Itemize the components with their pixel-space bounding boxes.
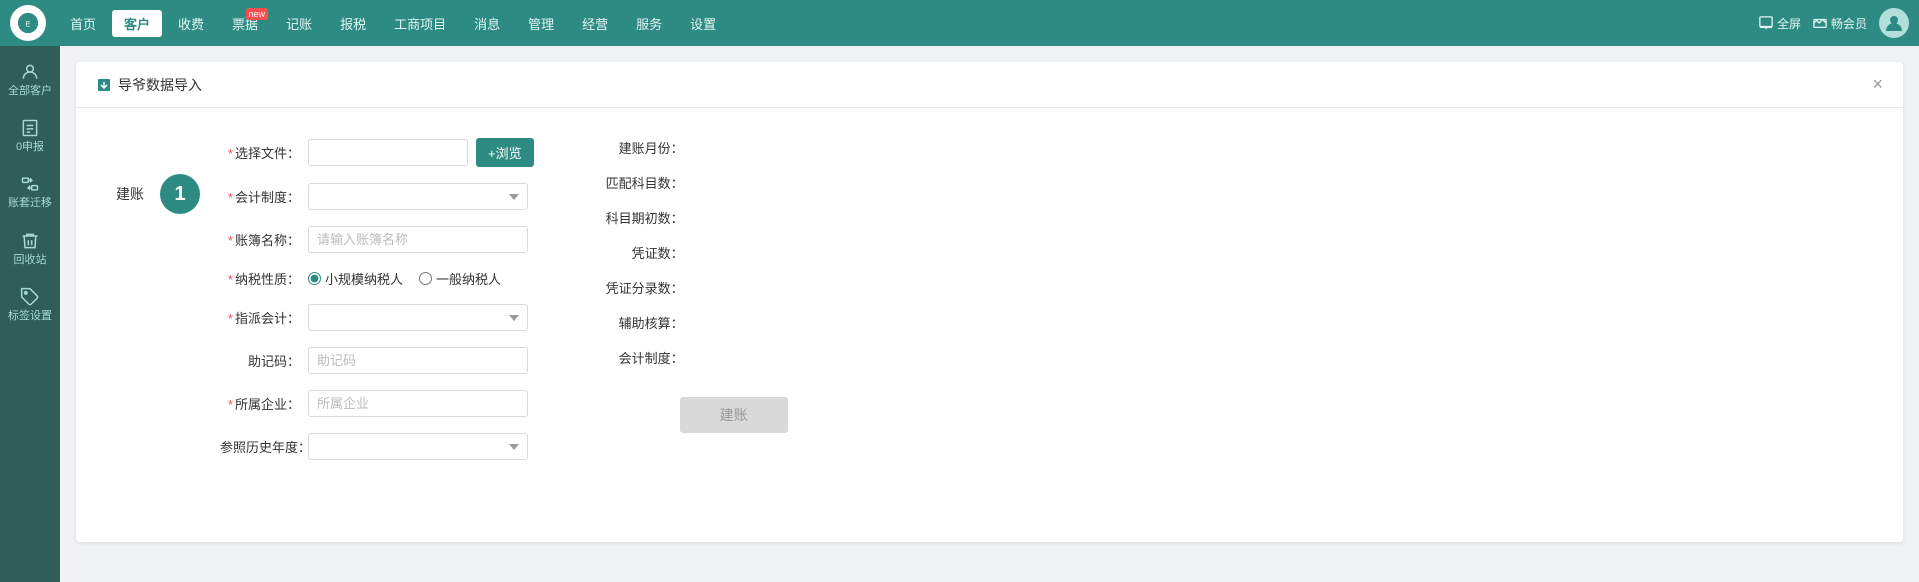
sidebar-item-all-clients[interactable]: 全部客户 xyxy=(2,54,58,106)
nav-item-tax[interactable]: 报税 xyxy=(328,10,378,37)
svg-text:E: E xyxy=(26,19,31,28)
sidebar: 全部客户 0申报 账套迁移 xyxy=(0,46,60,582)
nav-item-settings[interactable]: 设置 xyxy=(678,10,728,37)
main-layout: 全部客户 0申报 账套迁移 xyxy=(0,46,1919,582)
main-content: 导爷数据导入 × 建账 1 *选择文件： xyxy=(60,46,1919,582)
tax-type-label: *纳税性质： xyxy=(220,269,300,288)
step-label: 建账 xyxy=(116,184,144,204)
accounting-system-label: 会计制度： xyxy=(594,348,684,367)
voucher-entry-label: 凭证分录数： xyxy=(594,278,684,297)
assist-code-row: 助记码： xyxy=(220,347,534,374)
fullscreen-button[interactable]: 全屏 xyxy=(1759,15,1801,32)
accountant-select[interactable] xyxy=(308,304,528,331)
accounting-label: *会计制度： xyxy=(220,187,300,206)
nav-item-management[interactable]: 管理 xyxy=(516,10,566,37)
build-btn-wrapper: 建账 xyxy=(594,397,874,433)
panel-close-button[interactable]: × xyxy=(1872,74,1883,95)
new-badge: new xyxy=(246,8,269,21)
voucher-count-row: 凭证数： xyxy=(594,243,874,262)
assist-code-input[interactable] xyxy=(308,347,528,374)
sidebar-item-zero-report[interactable]: 0申报 xyxy=(2,110,58,162)
voucher-entry-row: 凭证分录数： xyxy=(594,278,874,297)
build-button[interactable]: 建账 xyxy=(680,397,788,433)
subject-init-row: 科目期初数： xyxy=(594,208,874,227)
voucher-count-label: 凭证数： xyxy=(594,243,684,262)
form-area: 建账 1 *选择文件： +浏览 xyxy=(76,108,1903,490)
step-badge: 1 xyxy=(160,174,200,214)
nav-item-fees[interactable]: 收费 xyxy=(166,10,216,37)
assist-code-label: 助记码： xyxy=(220,351,300,370)
user-avatar[interactable] xyxy=(1879,8,1909,38)
tax-type-row: *纳税性质： 小规模纳税人 一般纳税人 xyxy=(220,269,534,288)
nav-item-bookkeeping[interactable]: 记账 xyxy=(274,10,324,37)
accounting-row: *会计制度： xyxy=(220,183,534,210)
import-panel: 导爷数据导入 × 建账 1 *选择文件： xyxy=(76,62,1903,542)
build-month-row: 建账月份： xyxy=(594,138,874,157)
sidebar-item-tags[interactable]: 标签设置 xyxy=(2,279,58,331)
sidebar-item-migrate[interactable]: 账套迁移 xyxy=(2,166,58,218)
nav-item-clients[interactable]: 客户 xyxy=(112,10,162,37)
right-form: 建账月份： 匹配科目数： 科目期初数： 凭证数： xyxy=(594,138,874,367)
history-year-row: 参照历史年度： xyxy=(220,433,534,460)
right-form-section: 建账月份： 匹配科目数： 科目期初数： 凭证数： xyxy=(594,138,874,460)
ledger-name-row: *账簿名称： xyxy=(220,226,534,253)
tax-type-radio-group: 小规模纳税人 一般纳税人 xyxy=(308,269,501,288)
nav-item-tickets[interactable]: 票据 new xyxy=(220,10,270,37)
panel-title: 导爷数据导入 xyxy=(96,75,202,95)
company-label: *所属企业： xyxy=(220,394,300,413)
top-navigation: E 首页 客户 收费 票据 new 记账 报税 工商项目 消息 管理 经营 服务… xyxy=(0,0,1919,46)
match-subjects-row: 匹配科目数： xyxy=(594,173,874,192)
accounting-select[interactable] xyxy=(308,183,528,210)
sidebar-item-recycle[interactable]: 回收站 xyxy=(2,223,58,275)
build-month-label: 建账月份： xyxy=(594,138,684,157)
file-label: *选择文件： xyxy=(220,143,300,162)
nav-menu: 首页 客户 收费 票据 new 记账 报税 工商项目 消息 管理 经营 服务 设… xyxy=(58,10,1759,37)
accountant-row: *指派会计： xyxy=(220,304,534,331)
tax-small-radio[interactable]: 小规模纳税人 xyxy=(308,269,403,288)
nav-item-home[interactable]: 首页 xyxy=(58,10,108,37)
tax-general-radio[interactable]: 一般纳税人 xyxy=(419,269,501,288)
history-year-label: 参照历史年度： xyxy=(220,437,300,456)
nav-item-operations[interactable]: 经营 xyxy=(570,10,620,37)
nav-item-messages[interactable]: 消息 xyxy=(462,10,512,37)
aux-accounting-row: 辅助核算： xyxy=(594,313,874,332)
import-icon xyxy=(96,77,112,93)
file-input[interactable] xyxy=(308,139,468,166)
nav-item-business[interactable]: 工商项目 xyxy=(382,10,458,37)
match-subjects-label: 匹配科目数： xyxy=(594,173,684,192)
company-input[interactable] xyxy=(308,390,528,417)
history-year-select[interactable] xyxy=(308,433,528,460)
panel-header: 导爷数据导入 × xyxy=(76,62,1903,108)
nav-item-services[interactable]: 服务 xyxy=(624,10,674,37)
ledger-name-label: *账簿名称： xyxy=(220,230,300,249)
company-row: *所属企业： xyxy=(220,390,534,417)
aux-accounting-label: 辅助核算： xyxy=(594,313,684,332)
app-logo[interactable]: E xyxy=(10,5,46,41)
file-row: *选择文件： +浏览 xyxy=(220,138,534,167)
nav-right-actions: 全屏 畅会员 xyxy=(1759,8,1909,38)
accounting-system-row: 会计制度： xyxy=(594,348,874,367)
step-section: 建账 1 *选择文件： +浏览 xyxy=(116,138,534,460)
accountant-label: *指派会计： xyxy=(220,308,300,327)
vip-button[interactable]: 畅会员 xyxy=(1813,15,1867,32)
browse-button[interactable]: +浏览 xyxy=(476,138,534,167)
ledger-name-input[interactable] xyxy=(308,226,528,253)
subject-init-label: 科目期初数： xyxy=(594,208,684,227)
left-form: *选择文件： +浏览 *会计制度： xyxy=(220,138,534,460)
